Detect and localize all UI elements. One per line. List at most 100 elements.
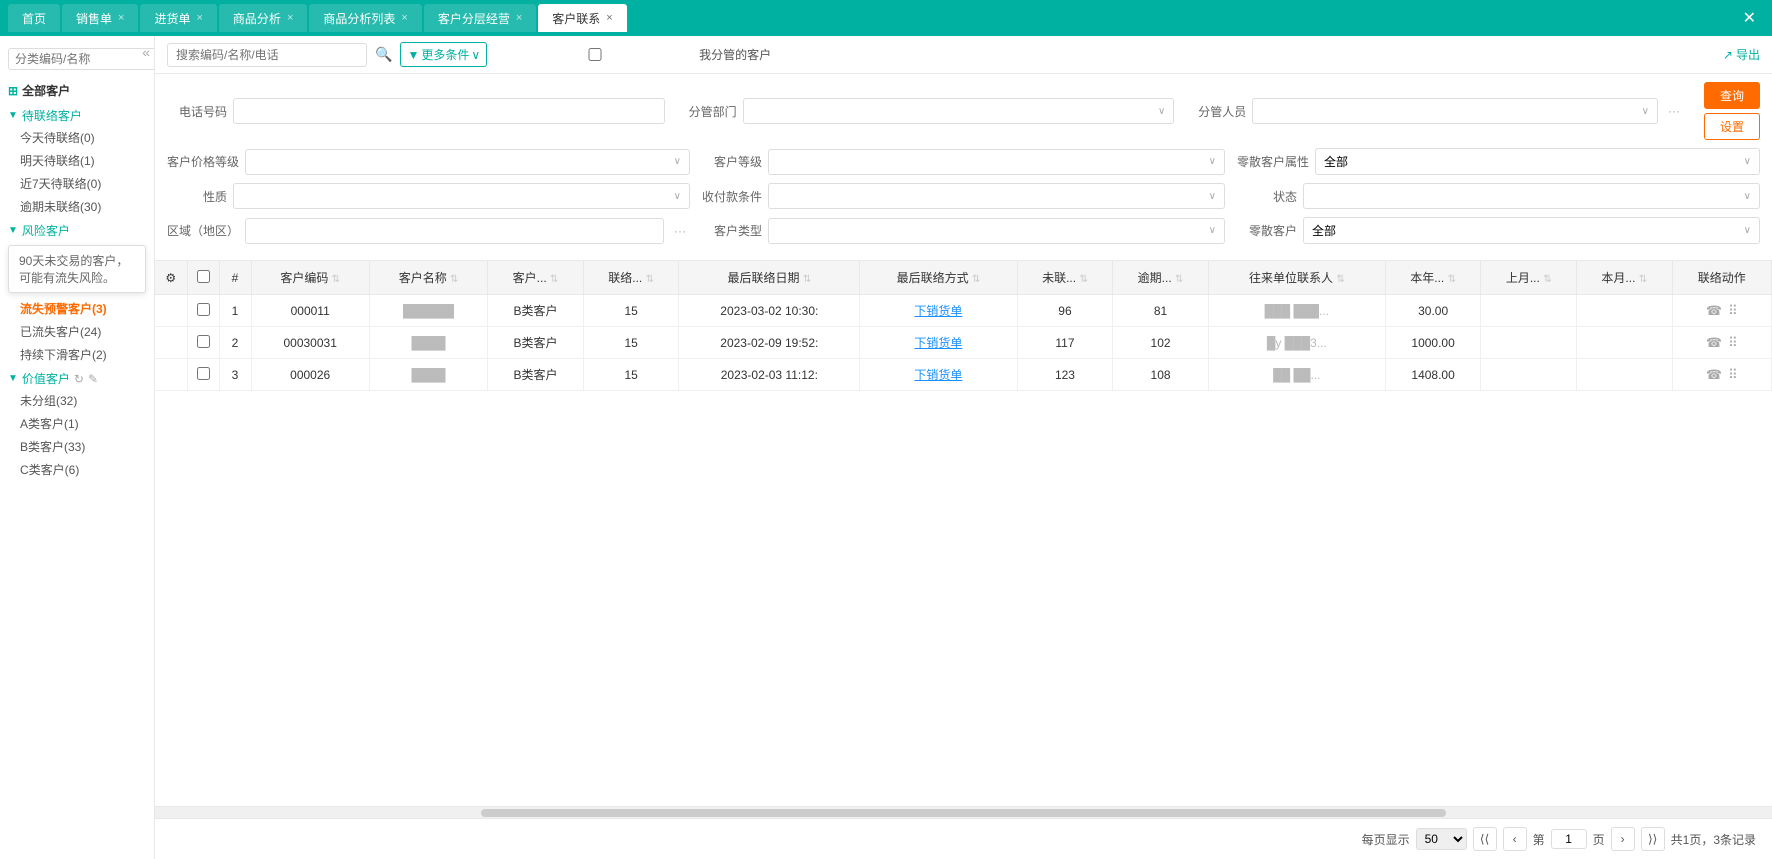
scroll-thumb[interactable] <box>481 809 1446 817</box>
settings-button[interactable]: 设置 <box>1704 113 1760 140</box>
next-page-button[interactable]: › <box>1611 827 1635 851</box>
sidebar-item-today[interactable]: 今天待联络(0) <box>0 126 154 149</box>
row1-more-icon[interactable]: ⠿ <box>1728 303 1738 319</box>
row2-checkbox[interactable] <box>187 327 219 359</box>
filter-row-4: 区域（地区） ··· 客户类型 ∨ 零散客户 全部 ∨ <box>167 217 1760 244</box>
sidebar-item-churned[interactable]: 已流失客户(24) <box>0 320 154 343</box>
search-input[interactable] <box>167 43 367 67</box>
manager-select[interactable]: ∨ <box>1252 98 1658 124</box>
tab-sales-close[interactable]: × <box>118 12 124 24</box>
tab-analysis-close[interactable]: × <box>287 12 293 24</box>
sidebar-item-declining[interactable]: 持续下滑客户(2) <box>0 343 154 366</box>
sidebar-item-unclassified[interactable]: 未分组(32) <box>0 389 154 412</box>
chevron-down-icon-sts: ∨ <box>1744 191 1751 202</box>
tab-customer-contact[interactable]: 客户联系 × <box>538 4 626 32</box>
customer-type-select[interactable]: ∨ <box>768 218 1225 244</box>
row3-last-way[interactable]: 下销货单 <box>860 359 1017 391</box>
export-button[interactable]: ↗ 导出 <box>1723 46 1760 63</box>
refresh-icon[interactable]: ↻ <box>74 372 84 386</box>
page-number-input[interactable]: 1 <box>1551 829 1587 849</box>
row3-phone-icon[interactable]: ☎ <box>1706 367 1722 383</box>
chevron-down-icon-ct: ∨ <box>1209 225 1216 236</box>
sidebar-item-c-class[interactable]: C类客户(6) <box>0 458 154 481</box>
tab-analysis-list-close[interactable]: × <box>401 12 407 24</box>
retail-attr-select[interactable]: 全部 ∨ <box>1315 148 1760 175</box>
row3-contact: 15 <box>583 359 679 391</box>
sidebar-collapse-button[interactable]: « <box>142 44 150 60</box>
my-customers-checkbox-label[interactable]: 我分管的客户 <box>495 46 771 63</box>
col-settings[interactable]: ⚙ <box>155 261 187 295</box>
first-page-button[interactable]: ⟨⟨ <box>1473 827 1497 851</box>
payment-select[interactable]: ∨ <box>768 183 1225 209</box>
row1-last-way[interactable]: 下销货单 <box>860 295 1017 327</box>
nature-select[interactable]: ∨ <box>233 183 690 209</box>
filter-search-icon[interactable]: 🔍 <box>375 46 392 63</box>
row2-last-month <box>1481 327 1577 359</box>
col-last-date[interactable]: 最后联络日期 ⇅ <box>679 261 860 295</box>
row2-last-way[interactable]: 下销货单 <box>860 327 1017 359</box>
col-contact[interactable]: 联络... ⇅ <box>583 261 679 295</box>
my-customers-checkbox[interactable] <box>495 48 695 61</box>
sort-icon-overdue: ⇅ <box>1175 274 1183 285</box>
edit-icon[interactable]: ✎ <box>88 372 98 386</box>
phone-input[interactable] <box>233 98 665 124</box>
col-this-month[interactable]: 本月... ⇅ <box>1577 261 1673 295</box>
query-button[interactable]: 查询 <box>1704 82 1760 109</box>
tab-purchase-close[interactable]: × <box>196 12 202 24</box>
col-this-year[interactable]: 本年... ⇅ <box>1385 261 1481 295</box>
tab-customer-tier-close[interactable]: × <box>516 12 522 24</box>
tab-home[interactable]: 首页 <box>8 4 60 32</box>
col-uncontacted[interactable]: 未联... ⇅ <box>1017 261 1113 295</box>
sidebar-item-week[interactable]: 近7天待联络(0) <box>0 172 154 195</box>
col-code[interactable]: 客户编码 ⇅ <box>251 261 369 295</box>
select-all-checkbox[interactable] <box>197 270 210 283</box>
row1-phone-icon[interactable]: ☎ <box>1706 303 1722 319</box>
prev-page-button[interactable]: ‹ <box>1503 827 1527 851</box>
region-dots-button[interactable]: ··· <box>670 224 690 238</box>
status-select[interactable]: ∨ <box>1303 183 1760 209</box>
more-conditions-button[interactable]: ▼ 更多条件 ∨ <box>400 42 487 67</box>
region-input[interactable] <box>245 218 664 244</box>
tab-purchase[interactable]: 进货单 × <box>140 4 216 32</box>
row2-more-icon[interactable]: ⠿ <box>1728 335 1738 351</box>
row3-more-icon[interactable]: ⠿ <box>1728 367 1738 383</box>
sidebar-search-input[interactable] <box>8 48 155 70</box>
sidebar-all-customers[interactable]: ⊞ 全部客户 <box>0 78 154 103</box>
col-checkbox[interactable] <box>187 261 219 295</box>
row3-settings <box>155 359 187 391</box>
col-name[interactable]: 客户名称 ⇅ <box>369 261 487 295</box>
row1-checkbox[interactable] <box>187 295 219 327</box>
per-page-select[interactable]: 50 20 100 <box>1416 828 1467 850</box>
row1-actions: ☎ ⠿ <box>1679 303 1765 319</box>
row2-code: 00030031 <box>251 327 369 359</box>
sidebar-section-value[interactable]: ▼ 价值客户 ↻ ✎ <box>0 366 154 389</box>
col-last-way[interactable]: 最后联络方式 ⇅ <box>860 261 1017 295</box>
sidebar-item-b-class[interactable]: B类客户(33) <box>0 435 154 458</box>
row2-phone-icon[interactable]: ☎ <box>1706 335 1722 351</box>
row3-checkbox[interactable] <box>187 359 219 391</box>
horizontal-scrollbar[interactable] <box>155 806 1772 818</box>
sidebar-item-a-class[interactable]: A类客户(1) <box>0 412 154 435</box>
manager-dots-button[interactable]: ··· <box>1664 104 1684 118</box>
price-grade-select[interactable]: ∨ <box>245 149 690 175</box>
col-overdue[interactable]: 逾期... ⇅ <box>1113 261 1209 295</box>
sidebar-item-overdue[interactable]: 逾期未联络(30) <box>0 195 154 218</box>
window-close-button[interactable]: ✕ <box>1735 4 1764 32</box>
sidebar-section-risk[interactable]: ▼ 风险客户 <box>0 218 154 241</box>
row3-actions: ☎ ⠿ <box>1679 367 1765 383</box>
last-page-button[interactable]: ⟩⟩ <box>1641 827 1665 851</box>
sidebar-section-pending[interactable]: ▼ 待联络客户 <box>0 103 154 126</box>
col-last-month[interactable]: 上月... ⇅ <box>1481 261 1577 295</box>
tab-analysis-list[interactable]: 商品分析列表 × <box>309 4 421 32</box>
sidebar-item-churn-warning[interactable]: 流失预警客户(3) <box>0 297 154 320</box>
tab-customer-contact-close[interactable]: × <box>606 12 612 24</box>
col-unit-contact[interactable]: 往来单位联系人 ⇅ <box>1208 261 1385 295</box>
dept-select[interactable]: ∨ <box>743 98 1175 124</box>
sidebar-item-tomorrow[interactable]: 明天待联络(1) <box>0 149 154 172</box>
col-type[interactable]: 客户... ⇅ <box>488 261 584 295</box>
retail-customer-select[interactable]: 全部 ∨ <box>1303 217 1760 244</box>
tab-analysis[interactable]: 商品分析 × <box>219 4 307 32</box>
tab-customer-tier[interactable]: 客户分层经营 × <box>424 4 536 32</box>
customer-grade-select[interactable]: ∨ <box>768 149 1225 175</box>
tab-sales[interactable]: 销售单 × <box>62 4 138 32</box>
